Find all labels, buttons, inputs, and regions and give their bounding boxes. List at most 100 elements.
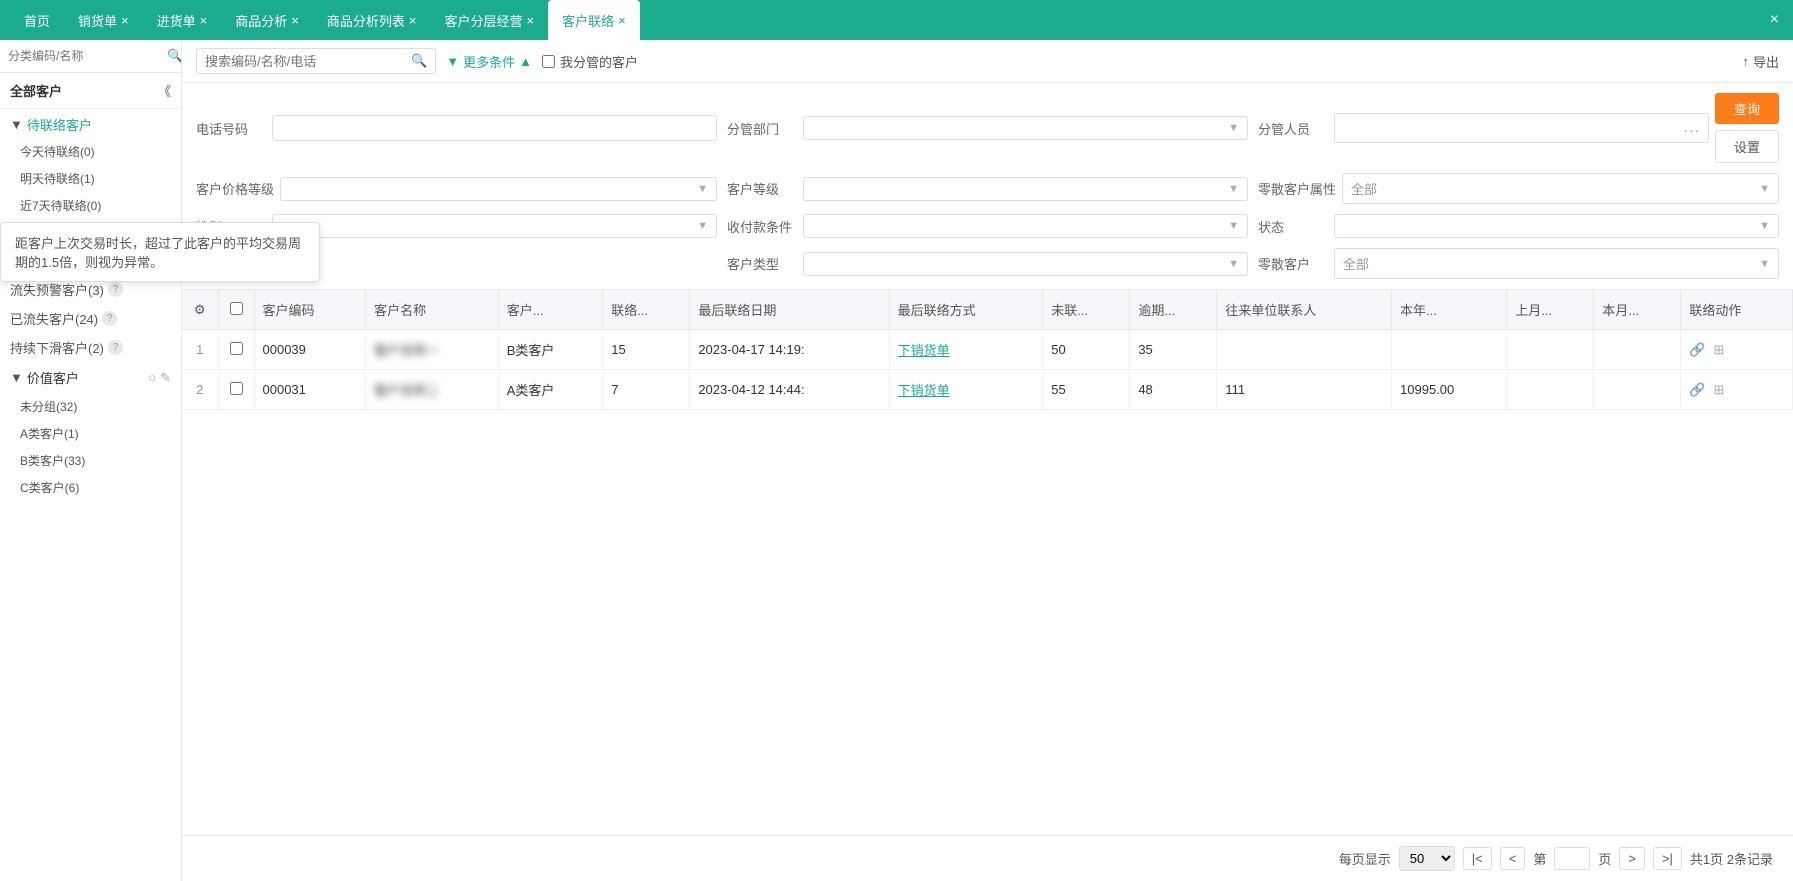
filter-price-level: 客户价格等级 ▼ xyxy=(196,173,717,204)
loss-warning-help-icon[interactable]: ? xyxy=(108,282,123,297)
export-button[interactable]: ↑ 导出 xyxy=(1742,52,1779,71)
chevron-down-icon-7: ▼ xyxy=(1759,220,1770,232)
sidebar-search-input[interactable] xyxy=(8,49,163,63)
row2-overdue: 48 xyxy=(1130,370,1217,410)
sidebar-item-tomorrow[interactable]: 明天待联络(1) xyxy=(0,165,181,192)
search-input[interactable] xyxy=(205,54,405,69)
sidebar-item-ungrouped[interactable]: 未分组(32) xyxy=(0,393,181,420)
row2-class: A类客户 xyxy=(498,370,603,410)
filter-phone-input[interactable] xyxy=(272,115,717,141)
row1-checkbox[interactable] xyxy=(218,330,254,370)
row2-num: 2 xyxy=(182,370,218,410)
filter-dept-select[interactable]: ▼ xyxy=(803,116,1248,140)
filter-retail-customer-select[interactable]: 全部 ▼ xyxy=(1334,248,1779,279)
filter-status-select[interactable]: ▼ xyxy=(1334,214,1779,238)
filter-gender-select[interactable]: ▼ xyxy=(272,214,717,238)
row2-unlisted: 55 xyxy=(1043,370,1130,410)
filter-price-level-select[interactable]: ▼ xyxy=(280,177,717,201)
sidebar-item-lost[interactable]: 已流失客户(24) ? xyxy=(0,304,181,333)
sidebar-item-7days[interactable]: 近7天待联络(0) xyxy=(0,192,181,219)
nav-customer-contact[interactable]: 客户联络 × xyxy=(548,0,640,40)
chevron-down-icon-5: ▼ xyxy=(697,220,708,232)
col-overdue: 逾期... xyxy=(1130,290,1217,330)
filter-dept: 分管部门 ▼ xyxy=(727,93,1248,163)
search-icon[interactable]: 🔍 xyxy=(411,53,427,69)
value-customer-edit-icons[interactable]: ○ ✎ xyxy=(148,370,171,386)
nav-purchase[interactable]: 进货单 × xyxy=(143,0,222,40)
table-row: 1 000039 客户名称一 B类客户 15 2023-04-17 14:19:… xyxy=(182,330,1793,370)
window-close-button[interactable]: × xyxy=(1770,11,1779,29)
select-all-checkbox[interactable] xyxy=(230,302,243,315)
more-conditions-button[interactable]: ▼ 更多条件 ▲ xyxy=(446,52,532,71)
chevron-down-icon-9: ▼ xyxy=(1759,258,1770,270)
sidebar-item-today[interactable]: 今天待联络(0) xyxy=(0,138,181,165)
sidebar-item-b-class[interactable]: B类客户(33) xyxy=(0,447,181,474)
col-year-amount: 本年... xyxy=(1392,290,1507,330)
nav-home[interactable]: 首页 xyxy=(10,0,64,40)
sidebar-item-a-class[interactable]: A类客户(1) xyxy=(0,420,181,447)
filter-retail-attr-select[interactable]: 全部 ▼ xyxy=(1342,173,1779,204)
filter-payment-label: 收付款条件 xyxy=(727,217,797,236)
customer-table: ⚙ 客户编码 客户名称 客户... 联络... 最后联络日期 最后联络方式 未联… xyxy=(182,290,1793,410)
sidebar-value-customer-group[interactable]: ▼ 价值客户 ○ ✎ xyxy=(0,362,181,393)
row2-grid-icon[interactable]: ⊞ xyxy=(1714,382,1725,398)
per-page-select[interactable]: 50 100 xyxy=(1399,846,1455,871)
filter-retail-customer-label: 零散客户 xyxy=(1258,254,1328,273)
filter-retail-customer: 零散客户 全部 ▼ xyxy=(1258,248,1779,279)
sidebar-collapse-icons[interactable]: 《 xyxy=(158,81,171,100)
row2-link-icon[interactable]: 🔗 xyxy=(1689,382,1705,398)
filter-customer-type-select[interactable]: ▼ xyxy=(803,252,1248,276)
filter-customer-type-label: 客户类型 xyxy=(727,254,797,273)
col-checkbox xyxy=(218,290,254,330)
my-customers-checkbox[interactable]: 我分管的客户 xyxy=(542,52,638,71)
my-customers-check[interactable] xyxy=(542,55,555,68)
filter-customer-level-label: 客户等级 xyxy=(727,179,797,198)
filter-manager-dots[interactable]: ... xyxy=(1684,119,1700,137)
first-page-button[interactable]: |< xyxy=(1463,847,1492,870)
col-code: 客户编码 xyxy=(254,290,366,330)
sidebar-item-c-class[interactable]: C类客户(6) xyxy=(0,474,181,501)
row1-link-icon[interactable]: 🔗 xyxy=(1689,342,1705,358)
row2-method-link[interactable]: 下销货单 xyxy=(898,383,950,398)
chevron-up-icon: ▲ xyxy=(519,54,532,69)
sidebar-pending-contact-section[interactable]: ▼ 待联络客户 xyxy=(0,109,181,138)
main-layout: 🔍 全部客户 《 ▼ 待联络客户 今天待联络(0) 明天待联络(1) 近7天待联… xyxy=(0,40,1793,881)
filter-manager-select[interactable]: ... xyxy=(1334,113,1709,143)
filter-panel: 电话号码 分管部门 ▼ 分管人员 ... 查询 设置 xyxy=(182,83,1793,290)
page-number-input[interactable]: 1 xyxy=(1554,847,1590,870)
export-icon: ↑ xyxy=(1742,54,1749,69)
table-area: ⚙ 客户编码 客户名称 客户... 联络... 最后联络日期 最后联络方式 未联… xyxy=(182,290,1793,835)
row2-checkbox[interactable] xyxy=(218,370,254,410)
col-customer-class: 客户... xyxy=(498,290,603,330)
per-page-label: 每页显示 xyxy=(1339,849,1391,868)
row1-contact-num: 15 xyxy=(603,330,690,370)
filter-customer-level-select[interactable]: ▼ xyxy=(803,177,1248,201)
col-settings[interactable]: ⚙ xyxy=(182,290,218,330)
nav-sales[interactable]: 销货单 × xyxy=(64,0,143,40)
query-button[interactable]: 查询 xyxy=(1715,93,1779,124)
row1-this-month xyxy=(1594,330,1681,370)
sidebar-search-icon[interactable]: 🔍 xyxy=(167,48,182,64)
sidebar-item-declining[interactable]: 持续下滑客户(2) ? xyxy=(0,333,181,362)
row1-grid-icon[interactable]: ⊞ xyxy=(1714,342,1725,358)
lost-help-icon[interactable]: ? xyxy=(102,311,117,326)
edit-icon[interactable]: ✎ xyxy=(160,370,171,386)
nav-analysis[interactable]: 商品分析 × xyxy=(221,0,313,40)
prev-page-button[interactable]: < xyxy=(1500,847,1526,870)
next-page-button[interactable]: > xyxy=(1619,847,1645,870)
filter-icon: ▼ xyxy=(446,54,459,69)
row2-contact-person: 111 xyxy=(1217,370,1392,410)
settings-button[interactable]: 设置 xyxy=(1715,130,1779,163)
col-last-contact-method: 最后联络方式 xyxy=(889,290,1043,330)
filter-payment-select[interactable]: ▼ xyxy=(803,214,1248,238)
declining-help-icon[interactable]: ? xyxy=(108,340,123,355)
row2-last-date: 2023-04-12 14:44: xyxy=(690,370,889,410)
row1-name: 客户名称一 xyxy=(366,330,499,370)
last-page-button[interactable]: >| xyxy=(1653,847,1682,870)
row1-actions: 🔗 ⊞ xyxy=(1681,330,1793,370)
toolbar: 🔍 ▼ 更多条件 ▲ 我分管的客户 ↑ 导出 xyxy=(182,40,1793,83)
filter-phone: 电话号码 xyxy=(196,93,717,163)
row1-method-link[interactable]: 下销货单 xyxy=(898,343,950,358)
nav-customer-tier[interactable]: 客户分层经营 × xyxy=(430,0,548,40)
nav-analysis-list[interactable]: 商品分析列表 × xyxy=(313,0,431,40)
